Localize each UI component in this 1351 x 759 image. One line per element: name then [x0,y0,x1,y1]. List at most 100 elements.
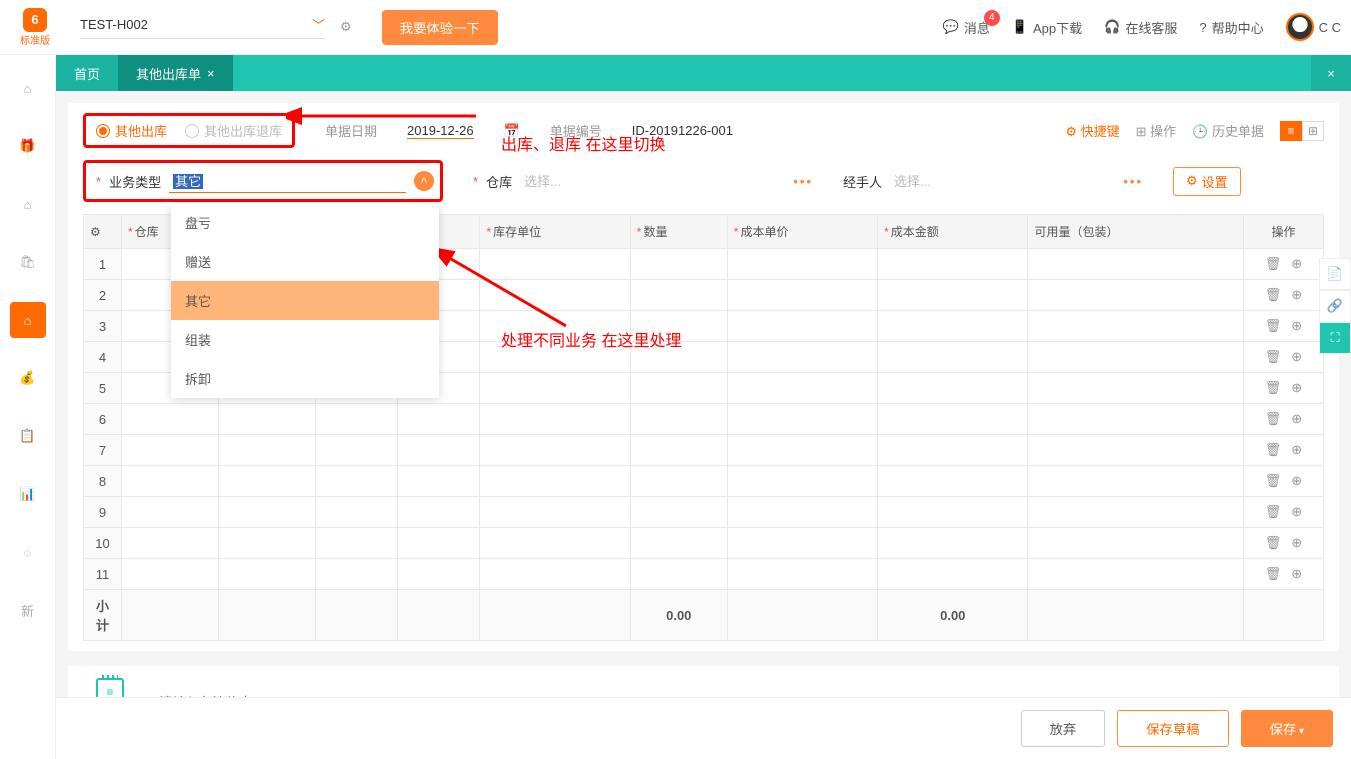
cell[interactable] [630,466,727,497]
chevron-up-icon[interactable]: ˄ [414,171,434,191]
add-icon[interactable]: ⊕ [1291,442,1302,458]
more-icon[interactable]: ••• [793,174,813,189]
cell[interactable] [219,497,316,528]
table-row[interactable]: 7🗑⊕ [84,435,1324,466]
close-icon[interactable]: × [207,66,215,81]
biz-type-value[interactable]: 其它 [169,169,406,193]
add-icon[interactable]: ⊕ [1291,566,1302,582]
cell[interactable] [398,559,480,590]
delete-icon[interactable]: 🗑 [1265,535,1282,551]
nav-clipboard-icon[interactable]: 📋 [10,418,46,454]
app-download-link[interactable]: 📱 App下载 [1012,18,1082,37]
nav-gift-icon[interactable]: 🎁 [10,128,46,164]
cell[interactable] [219,466,316,497]
settings-button[interactable]: ⚙ 设置 [1173,167,1241,196]
add-icon[interactable]: ⊕ [1291,535,1302,551]
view-grid-icon[interactable]: ⊞ [1302,121,1324,141]
cell[interactable] [1028,435,1244,466]
cell[interactable] [630,373,727,404]
cell[interactable] [219,528,316,559]
delete-icon[interactable]: 🗑 [1265,349,1282,365]
delete-icon[interactable]: 🗑 [1265,318,1282,334]
nav-money-icon[interactable]: 💰 [10,360,46,396]
cell[interactable] [1028,466,1244,497]
tab-home[interactable]: 首页 [56,55,118,91]
cell[interactable] [630,559,727,590]
dropdown-item-chaie[interactable]: 拆卸 [171,359,439,398]
handler-field[interactable]: 经手人 选择... ••• [843,169,1143,193]
history-link[interactable]: 🕒 历史单据 [1192,121,1264,140]
cell[interactable] [316,528,398,559]
cell[interactable] [878,404,1028,435]
cell[interactable] [219,404,316,435]
cell[interactable] [398,404,480,435]
table-row[interactable]: 6🗑⊕ [84,404,1324,435]
radio-other-out[interactable]: 其他出库 [96,121,167,140]
edge-expand-icon[interactable]: ⛶ [1319,322,1351,354]
cell[interactable] [630,528,727,559]
delete-icon[interactable]: 🗑 [1265,411,1282,427]
gear-icon[interactable]: ⚙ [340,19,352,35]
cell[interactable] [727,559,877,590]
cell[interactable] [878,497,1028,528]
add-icon[interactable]: ⊕ [1291,504,1302,520]
cell[interactable] [316,559,398,590]
cell[interactable] [878,466,1028,497]
cell[interactable] [122,528,219,559]
operations-link[interactable]: ⊞ 操作 [1136,121,1177,140]
cell[interactable] [630,342,727,373]
help-link[interactable]: ? 帮助中心 [1199,18,1263,37]
cell[interactable] [122,497,219,528]
cell[interactable] [480,466,630,497]
delete-icon[interactable]: 🗑 [1265,256,1282,272]
dropdown-item-pankui[interactable]: 盘亏 [171,203,439,242]
cell[interactable] [878,559,1028,590]
add-icon[interactable]: ⊕ [1291,411,1302,427]
cell[interactable] [480,559,630,590]
edge-doc-icon[interactable]: 📄 [1319,258,1351,290]
cell[interactable] [398,435,480,466]
cell[interactable] [727,497,877,528]
more-icon[interactable]: ••• [1123,174,1143,189]
cell[interactable] [727,342,877,373]
nav-report-icon[interactable]: 📊 [10,476,46,512]
cell[interactable] [122,466,219,497]
cell[interactable] [1028,249,1244,280]
radio-other-return[interactable]: 其他出库退库 [185,121,282,140]
cell[interactable] [1028,373,1244,404]
edge-link-icon[interactable]: 🔗 [1319,290,1351,322]
cell[interactable] [630,280,727,311]
cell[interactable] [878,373,1028,404]
delete-icon[interactable]: 🗑 [1265,442,1282,458]
cell[interactable] [878,249,1028,280]
cell[interactable] [630,435,727,466]
table-row[interactable]: 10🗑⊕ [84,528,1324,559]
view-list-icon[interactable]: ≡ [1280,121,1302,141]
delete-icon[interactable]: 🗑 [1265,287,1282,303]
table-row[interactable]: 9🗑⊕ [84,497,1324,528]
nav-bag-icon[interactable]: 🛍 [10,244,46,280]
nav-custom-icon[interactable]: ◌ [10,534,46,570]
try-button[interactable]: 我要体验一下 [382,10,498,45]
cell[interactable] [316,466,398,497]
dropdown-item-qita[interactable]: 其它 [171,281,439,320]
cell[interactable] [480,311,630,342]
cell[interactable] [1028,280,1244,311]
cell[interactable] [122,435,219,466]
nav-home-icon[interactable]: ⌂ [10,70,46,106]
service-link[interactable]: 🎧 在线客服 [1104,18,1177,37]
nav-warehouse-icon[interactable]: ⌂ [10,302,46,338]
cell[interactable] [1028,528,1244,559]
cell[interactable] [398,528,480,559]
table-row[interactable]: 11🗑⊕ [84,559,1324,590]
cell[interactable] [727,466,877,497]
messages-link[interactable]: 💬 消息 4 [943,18,990,37]
delete-icon[interactable]: 🗑 [1265,380,1282,396]
cell[interactable] [480,404,630,435]
delete-icon[interactable]: 🗑 [1265,504,1282,520]
tab-other-outbound[interactable]: 其他出库单 × [118,55,233,91]
cell[interactable] [727,528,877,559]
cell[interactable] [878,528,1028,559]
cell[interactable] [122,404,219,435]
cell[interactable] [316,497,398,528]
